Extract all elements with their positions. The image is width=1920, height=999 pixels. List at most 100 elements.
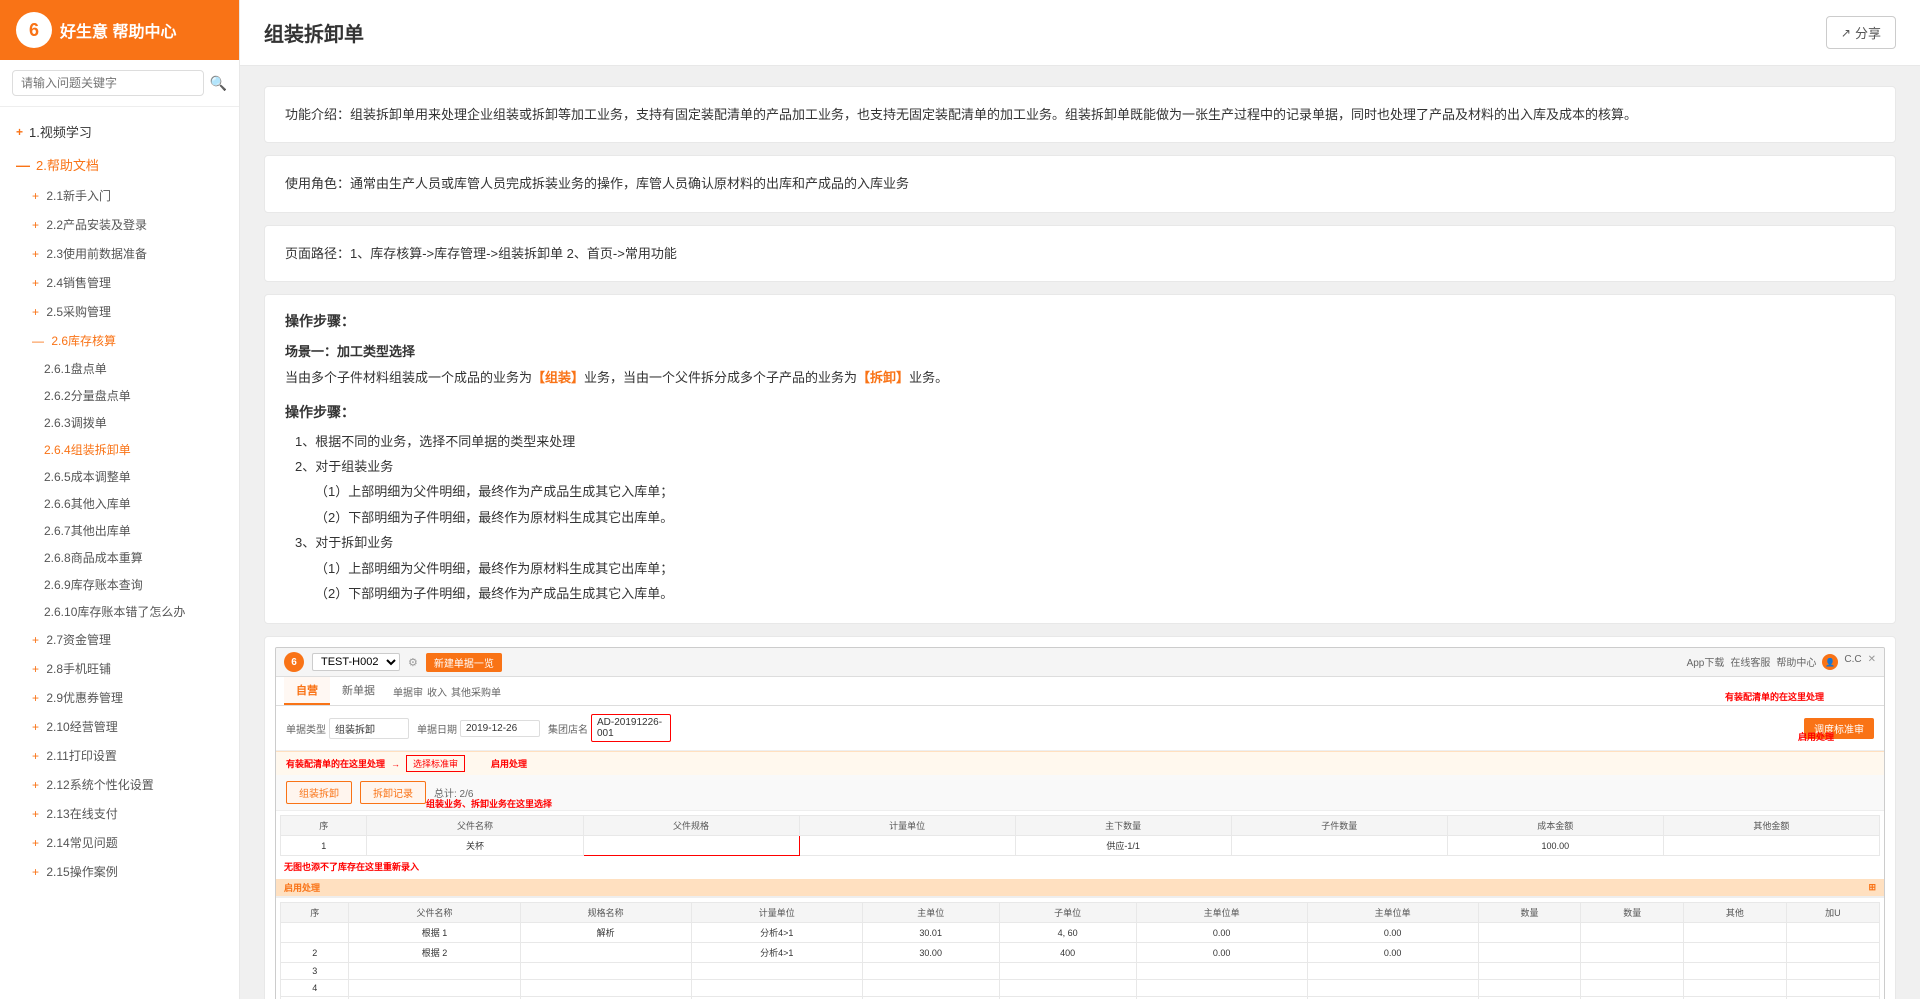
main-content-area: 组装拆卸单 ↗ 分享 功能介绍：组装拆卸单用来处理企业组装或拆卸等加工业务，支持… (240, 0, 1920, 999)
intro-card: 功能介绍：组装拆卸单用来处理企业组装或拆卸等加工业务，支持有固定装配清单的产品加… (264, 86, 1896, 143)
ss-upper-table: 序 父件名称 父件规格 计量单位 主下数量 子件数量 成本金额 其他金额 (276, 811, 1884, 879)
nav-section-title-1[interactable]: + 1.视频学习 (0, 115, 239, 148)
ss-td-parent-name: 关杯 (367, 836, 583, 856)
ss-annotation-box: 有装配清单的在这里处理 (1725, 688, 1824, 703)
table-row: 根据 1 解析 分析4>1 30.01 4, 60 0.00 0.00 (281, 923, 1880, 943)
nav-item-2-6-7[interactable]: 2.6.7其他出库单 (0, 517, 239, 544)
sidebar-search-container: 🔍 (0, 60, 239, 107)
collapse-icon-2-6: — (32, 334, 44, 348)
role-card: 使用角色：通常由生产人员或库管人员完成拆装业务的操作，库管人员确认原材料的出库和… (264, 155, 1896, 212)
ss-upper-annotation: 无图也添不了库存在这里重新录入 (280, 858, 1880, 875)
screenshot-container: 6 TEST-H002 ⚙ 新建单据一览 App下载 在线客服 帮助中心 👤 C… (264, 636, 1896, 999)
collapse-icon-2: — (16, 157, 30, 173)
expand-icon-2-3: + (32, 247, 39, 261)
ss-td-other (1663, 836, 1879, 856)
ss-th-parent-name: 父件名称 (367, 816, 583, 836)
sidebar-header: 6 好生意 帮助中心 (0, 0, 239, 60)
ss-field-type: 单据类型 组装拆卸 (286, 718, 409, 739)
nav-item-2-7[interactable]: + 2.7资金管理 (0, 625, 239, 654)
ss-topbar: 6 TEST-H002 ⚙ 新建单据一览 App下载 在线客服 帮助中心 👤 C… (276, 648, 1884, 677)
ss-logo: 6 (284, 652, 304, 672)
ss-org-selector[interactable]: TEST-H002 (312, 653, 400, 671)
ss-icons: App下载 在线客服 帮助中心 👤 C.C ✕ (1687, 654, 1876, 670)
nav-item-2-6-5[interactable]: 2.6.5成本调整单 (0, 463, 239, 490)
ss-tabs: 自营 新单据 单据审 收入 其他采购单 (276, 677, 1884, 706)
ss-annotation-enable: 启用处理 (1798, 730, 1834, 743)
step-1: 1、根据不同的业务，选择不同单据的类型来处理 (295, 430, 1875, 453)
nav-item-2-6-10[interactable]: 2.6.10库存账本错了怎么办 (0, 598, 239, 625)
ss-tab-ziy[interactable]: 自营 (284, 677, 330, 705)
step-2-2: （2）下部明细为子件明细，最终作为原材料生成其它出库单。 (295, 506, 1875, 529)
nav-item-2-5[interactable]: + 2.5采购管理 (0, 297, 239, 326)
nav-item-2-1[interactable]: + 2.1新手入门 (0, 181, 239, 210)
screenshot-inner: 6 TEST-H002 ⚙ 新建单据一览 App下载 在线客服 帮助中心 👤 C… (275, 647, 1885, 999)
ss-annotation-choose: 选择标准审 (406, 755, 465, 772)
nav-item-2-6[interactable]: — 2.6库存核算 (0, 326, 239, 355)
nav-item-2-6-3[interactable]: 2.6.3调拨单 (0, 409, 239, 436)
path-card: 页面路径：1、库存核算->库存管理->组装拆卸单 2、首页->常用功能 (264, 225, 1896, 282)
nav-item-2-9[interactable]: + 2.9优惠券管理 (0, 683, 239, 712)
nav-item-2-14[interactable]: + 2.14常见问题 (0, 828, 239, 857)
nav-item-2-6-9[interactable]: 2.6.9库存账本查询 (0, 571, 239, 598)
nav-item-2-6-8[interactable]: 2.6.8商品成本重算 (0, 544, 239, 571)
nav-item-2-4[interactable]: + 2.4销售管理 (0, 268, 239, 297)
ss-form-annotation-bar: 有装配清单的在这里处理 → 选择标准审 启用处理 (276, 751, 1884, 775)
ss-type-annotation: 组装业务、拆卸业务在这里选择 (426, 797, 552, 810)
zuzhuang-text: 【组装】 (532, 370, 584, 385)
ss-input-code[interactable]: AD-20191226-001 (591, 714, 671, 742)
search-icon[interactable]: 🔍 (210, 75, 227, 92)
nav-item-2-2[interactable]: + 2.2产品安装及登录 (0, 210, 239, 239)
ss-input-date[interactable]: 2019-12-26 (460, 720, 540, 737)
ss-online-service: 在线客服 (1730, 654, 1770, 670)
expand-icon-2-1: + (32, 189, 39, 203)
intro-text: 功能介绍：组装拆卸单用来处理企业组装或拆卸等加工业务，支持有固定装配清单的产品加… (285, 107, 1637, 122)
main-header: 组装拆卸单 ↗ 分享 (240, 0, 1920, 66)
nav-item-2-13[interactable]: + 2.13在线支付 (0, 799, 239, 828)
ss-type-btn-disassemble[interactable]: 拆卸记录 (360, 781, 426, 804)
sidebar-nav: + 1.视频学习 — 2.帮助文档 + 2.1新手入门 + 2.2产品安装及登录… (0, 107, 239, 999)
ss-td-main-qty: 供应-1/1 (1015, 836, 1231, 856)
ss-new-btn[interactable]: 新建单据一览 (426, 653, 502, 672)
nav-item-2-11[interactable]: + 2.11打印设置 (0, 741, 239, 770)
page-title: 组装拆卸单 (264, 18, 364, 47)
ss-th-parent-spec: 父件规格 (583, 816, 799, 836)
step-3-2: （2）下部明细为子件明细，最终作为产成品生成其它入库单。 (295, 582, 1875, 605)
ss-td-sub-qty (1231, 836, 1447, 856)
nav-item-2-10[interactable]: + 2.10经营管理 (0, 712, 239, 741)
nav-section-label-1: 1.视频学习 (29, 122, 92, 141)
role-text: 使用角色：通常由生产人员或库管人员完成拆装业务的操作，库管人员确认原材料的出库和… (285, 176, 909, 191)
share-button[interactable]: ↗ 分享 (1826, 16, 1896, 49)
search-input[interactable] (12, 70, 204, 96)
sidebar-logo: 6 (16, 12, 52, 48)
path-text: 页面路径：1、库存核算->库存管理->组装拆卸单 2、首页->常用功能 (285, 246, 677, 261)
nav-item-2-15[interactable]: + 2.15操作案例 (0, 857, 239, 886)
ss-close-icon[interactable]: ✕ (1868, 654, 1876, 670)
ss-td-cost: 100.00 (1447, 836, 1663, 856)
ss-avatar: 👤 (1822, 654, 1838, 670)
chaijue-text: 【拆卸】 (857, 370, 909, 385)
ss-arrow1: → (391, 759, 400, 769)
ss-td-spec (583, 836, 799, 856)
nav-item-2-6-6[interactable]: 2.6.6其他入库单 (0, 490, 239, 517)
nav-section-title-2[interactable]: — 2.帮助文档 (0, 148, 239, 181)
nav-item-2-12[interactable]: + 2.12系统个性化设置 (0, 770, 239, 799)
table-row: 3 (281, 963, 1880, 980)
table-row: 4 (281, 980, 1880, 997)
ss-field-date: 单据日期 2019-12-26 (417, 720, 540, 737)
ss-tab-new[interactable]: 新单据 (330, 677, 387, 705)
nav-item-2-6-1[interactable]: 2.6.1盘点单 (0, 355, 239, 382)
ss-input-type[interactable]: 组装拆卸 (329, 718, 409, 739)
ss-td-unit (799, 836, 1015, 856)
ss-lower-annotation: 启用处理 (284, 881, 320, 894)
nav-item-2-6-4[interactable]: 2.6.4组装拆卸单 (0, 436, 239, 463)
expand-icon-2-2: + (32, 218, 39, 232)
step-2-1: （1）上部明细为父件明细，最终作为产成品生成其它入库单； (295, 480, 1875, 503)
ss-upper-table-element: 序 父件名称 父件规格 计量单位 主下数量 子件数量 成本金额 其他金额 (280, 815, 1880, 856)
ss-type-btn-assemble[interactable]: 组装拆卸 (286, 781, 352, 804)
nav-item-2-6-2[interactable]: 2.6.2分量盘点单 (0, 382, 239, 409)
ss-label-code: 集团店名 (548, 721, 588, 736)
nav-item-2-3[interactable]: + 2.3使用前数据准备 (0, 239, 239, 268)
nav-item-2-8[interactable]: + 2.8手机旺铺 (0, 654, 239, 683)
sidebar-title: 好生意 帮助中心 (60, 18, 176, 42)
steps-heading: 操作步骤： (285, 311, 1875, 331)
